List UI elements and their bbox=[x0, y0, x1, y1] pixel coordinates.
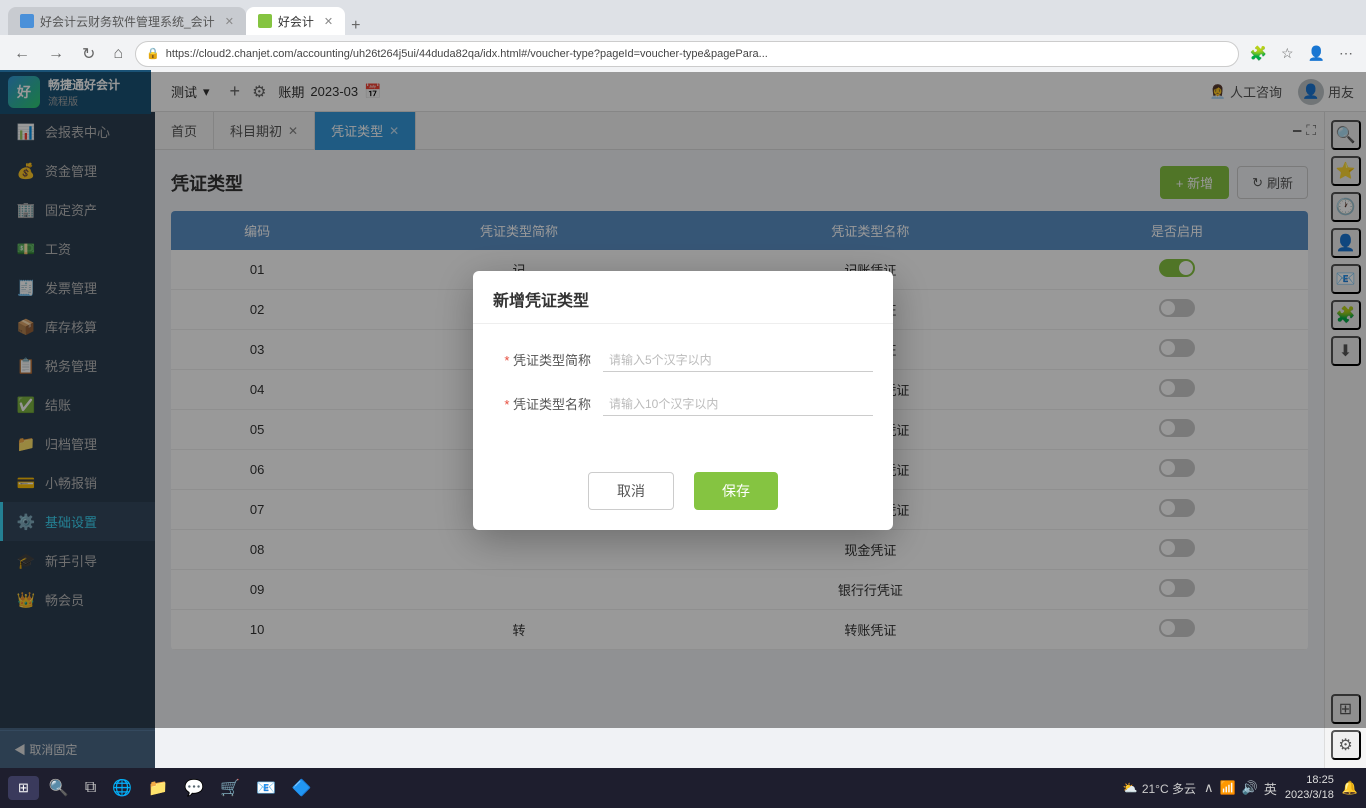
tab-favicon-2 bbox=[258, 14, 272, 28]
address-bar[interactable]: 🔒 https://cloud2.chanjet.com/accounting/… bbox=[135, 41, 1238, 67]
taskbar-edge[interactable]: 🔷 bbox=[286, 775, 318, 801]
extensions-icon[interactable]: 🧩 bbox=[1245, 42, 1272, 65]
taskbar-file[interactable]: 📁 bbox=[142, 775, 174, 801]
taskbar-weather: ⛅ 21°C 多云 bbox=[1123, 780, 1196, 797]
label-text-abbr: 凭证类型简称 bbox=[513, 353, 591, 368]
profile-icon[interactable]: 👤 bbox=[1303, 42, 1330, 65]
required-indicator-1: * bbox=[504, 353, 513, 368]
new-tab-button[interactable]: + bbox=[345, 17, 366, 35]
add-voucher-modal: 新增凭证类型 * 凭证类型简称 * 凭证类型名称 取消 保存 bbox=[473, 271, 893, 530]
home-button[interactable]: ⌂ bbox=[107, 41, 129, 67]
browser-tabs: 好会计云财务软件管理系统_会计 ✕ 好会计 ✕ + bbox=[0, 0, 1366, 35]
voucher-name-input[interactable] bbox=[603, 392, 873, 416]
taskbar-search-button[interactable]: 🔍 bbox=[43, 775, 75, 801]
browser-tab-1[interactable]: 好会计云财务软件管理系统_会计 ✕ bbox=[8, 7, 246, 35]
forward-button[interactable]: → bbox=[42, 41, 70, 67]
chevron-up-icon[interactable]: ∧ bbox=[1204, 780, 1214, 796]
network-icon[interactable]: 📶 bbox=[1219, 780, 1235, 796]
modal-body: * 凭证类型简称 * 凭证类型名称 bbox=[473, 324, 893, 460]
taskbar-chrome[interactable]: 🌐 bbox=[106, 775, 138, 801]
right-settings-button[interactable]: ⚙ bbox=[1331, 730, 1361, 760]
taskbar-outlook[interactable]: 📧 bbox=[250, 775, 282, 801]
required-indicator-2: * bbox=[504, 397, 513, 412]
browser-tab-2[interactable]: 好会计 ✕ bbox=[246, 7, 345, 35]
taskbar-right: ⛅ 21°C 多云 ∧ 📶 🔊 英 18:25 2023/3/18 🔔 bbox=[1123, 773, 1358, 804]
address-text: https://cloud2.chanjet.com/accounting/uh… bbox=[166, 48, 1228, 60]
tab-favicon-1 bbox=[20, 14, 34, 28]
browser-toolbar: ← → ↻ ⌂ 🔒 https://cloud2.chanjet.com/acc… bbox=[0, 35, 1366, 72]
weather-icon: ⛅ bbox=[1123, 781, 1138, 795]
taskbar-time[interactable]: 18:25 2023/3/18 bbox=[1285, 773, 1334, 804]
taskbar-sys-icons: ∧ 📶 🔊 英 bbox=[1204, 779, 1277, 798]
start-button[interactable]: ⊞ bbox=[8, 776, 39, 800]
browser-chrome: 好会计云财务软件管理系统_会计 ✕ 好会计 ✕ + ← → ↻ ⌂ 🔒 http… bbox=[0, 0, 1366, 72]
notification-icon[interactable]: 🔔 bbox=[1342, 780, 1358, 796]
modal-title: 新增凭证类型 bbox=[493, 293, 589, 310]
time-display: 18:25 bbox=[1285, 773, 1334, 788]
weather-text: 21°C 多云 bbox=[1142, 780, 1196, 797]
modal-footer: 取消 保存 bbox=[473, 460, 893, 530]
date-display: 2023/3/18 bbox=[1285, 788, 1334, 803]
form-label-abbr: * 凭证类型简称 bbox=[493, 350, 603, 369]
taskbar-store[interactable]: 🛒 bbox=[214, 775, 246, 801]
browser-tab-1-close[interactable]: ✕ bbox=[225, 15, 234, 28]
label-text-name: 凭证类型名称 bbox=[513, 397, 591, 412]
browser-tab-2-close[interactable]: ✕ bbox=[324, 15, 333, 28]
save-button[interactable]: 保存 bbox=[694, 472, 778, 510]
taskbar: ⊞ 🔍 ⧉ 🌐 📁 💬 🛒 📧 🔷 ⛅ 21°C 多云 ∧ 📶 🔊 英 18:2… bbox=[0, 768, 1366, 808]
browser-tab-1-label: 好会计云财务软件管理系统_会计 bbox=[40, 13, 215, 30]
volume-icon[interactable]: 🔊 bbox=[1242, 780, 1258, 796]
more-options-icon[interactable]: ⋯ bbox=[1334, 42, 1358, 65]
input-lang-icon: 英 bbox=[1264, 779, 1277, 798]
lock-icon: 🔒 bbox=[146, 47, 160, 60]
modal-overlay: 新增凭证类型 * 凭证类型简称 * 凭证类型名称 取消 保存 bbox=[0, 72, 1366, 728]
cancel-button[interactable]: 取消 bbox=[588, 472, 674, 510]
back-button[interactable]: ← bbox=[8, 41, 36, 67]
modal-header: 新增凭证类型 bbox=[473, 271, 893, 324]
reload-button[interactable]: ↻ bbox=[76, 40, 101, 68]
browser-toolbar-icons: 🧩 ☆ 👤 ⋯ bbox=[1245, 42, 1358, 65]
sidebar-toggle-pin[interactable]: ◀ 取消固定 bbox=[0, 730, 155, 768]
taskbar-task-view[interactable]: ⧉ bbox=[79, 776, 102, 800]
browser-tab-2-label: 好会计 bbox=[278, 13, 314, 30]
form-row-name: * 凭证类型名称 bbox=[493, 392, 873, 416]
bookmark-icon[interactable]: ☆ bbox=[1276, 42, 1299, 65]
taskbar-wechat[interactable]: 💬 bbox=[178, 775, 210, 801]
form-label-name: * 凭证类型名称 bbox=[493, 394, 603, 413]
form-row-abbr: * 凭证类型简称 bbox=[493, 348, 873, 372]
voucher-abbr-input[interactable] bbox=[603, 348, 873, 372]
